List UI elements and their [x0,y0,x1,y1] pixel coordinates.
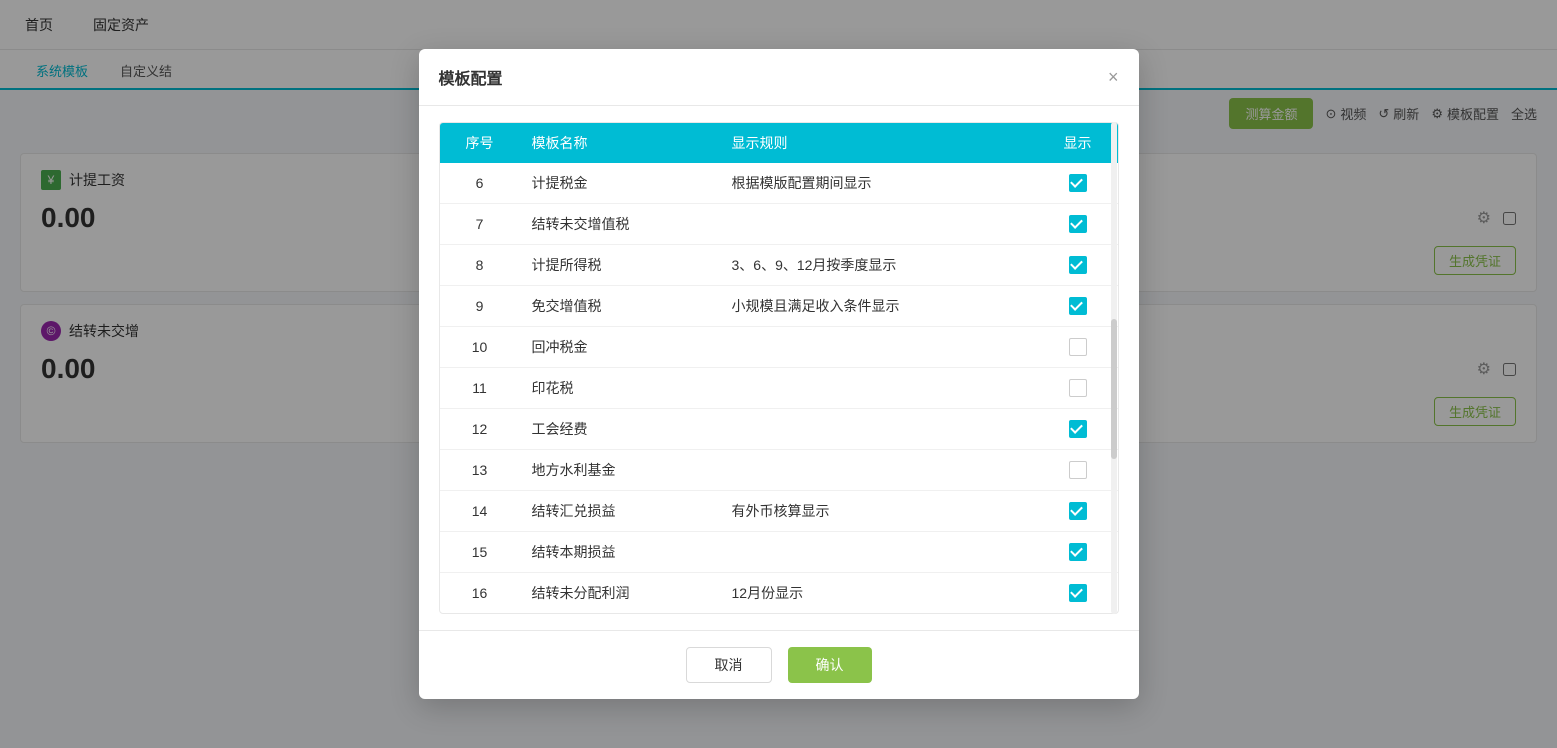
cell-name-6: 工会经费 [520,409,720,450]
cell-show-9[interactable] [1038,532,1118,573]
table-row: 11印花税 [440,368,1118,409]
cell-no-9: 15 [440,532,520,573]
cell-name-3: 免交增值税 [520,286,720,327]
table-row: 7结转未交增值税 [440,204,1118,245]
cancel-button[interactable]: 取消 [686,647,772,683]
table-row: 8计提所得税3、6、9、12月按季度显示 [440,245,1118,286]
cell-no-4: 10 [440,327,520,368]
table-row: 14结转汇兑损益有外币核算显示 [440,491,1118,532]
table-scroll-wrapper: 序号 模板名称 显示规则 显示 6计提税金根据模版配置期间显示7结转未交增值税8… [439,122,1119,614]
checkbox-10[interactable] [1069,584,1087,602]
scrollbar-track[interactable] [1111,122,1117,614]
table-row: 9免交增值税小规模且满足收入条件显示 [440,286,1118,327]
col-header-no: 序号 [440,123,520,163]
cell-rule-9 [720,532,1038,573]
cell-show-4[interactable] [1038,327,1118,368]
cell-name-7: 地方水利基金 [520,450,720,491]
cell-no-2: 8 [440,245,520,286]
cell-show-7[interactable] [1038,450,1118,491]
cell-name-5: 印花税 [520,368,720,409]
cell-name-4: 回冲税金 [520,327,720,368]
modal-dialog: 模板配置 × 序号 模板名称 显示规则 显示 [419,49,1139,699]
checkbox-4[interactable] [1069,338,1087,356]
table-row: 10回冲税金 [440,327,1118,368]
checkbox-5[interactable] [1069,379,1087,397]
cell-rule-2: 3、6、9、12月按季度显示 [720,245,1038,286]
modal-header: 模板配置 × [419,49,1139,106]
table-row: 12工会经费 [440,409,1118,450]
cell-no-0: 6 [440,163,520,204]
checkbox-7[interactable] [1069,461,1087,479]
cell-no-5: 11 [440,368,520,409]
checkbox-6[interactable] [1069,420,1087,438]
table-row: 16结转未分配利润12月份显示 [440,573,1118,614]
cell-show-2[interactable] [1038,245,1118,286]
cell-name-8: 结转汇兑损益 [520,491,720,532]
checkbox-3[interactable] [1069,297,1087,315]
cell-show-1[interactable] [1038,204,1118,245]
cell-rule-7 [720,450,1038,491]
cell-show-5[interactable] [1038,368,1118,409]
checkbox-0[interactable] [1069,174,1087,192]
modal-title: 模板配置 [439,65,503,89]
cell-show-6[interactable] [1038,409,1118,450]
config-table: 序号 模板名称 显示规则 显示 6计提税金根据模版配置期间显示7结转未交增值税8… [440,123,1118,613]
table-row: 13地方水利基金 [440,450,1118,491]
col-header-name: 模板名称 [520,123,720,163]
cell-no-6: 12 [440,409,520,450]
cell-rule-1 [720,204,1038,245]
cell-no-8: 14 [440,491,520,532]
cell-name-1: 结转未交增值税 [520,204,720,245]
cell-no-10: 16 [440,573,520,614]
modal-overlay: 模板配置 × 序号 模板名称 显示规则 显示 [0,0,1557,748]
cell-rule-5 [720,368,1038,409]
cell-show-0[interactable] [1038,163,1118,204]
cell-no-1: 7 [440,204,520,245]
cell-name-2: 计提所得税 [520,245,720,286]
cell-rule-8: 有外币核算显示 [720,491,1038,532]
modal-footer: 取消 确认 [419,630,1139,699]
cell-no-3: 9 [440,286,520,327]
table-header-row: 序号 模板名称 显示规则 显示 [440,123,1118,163]
cell-rule-6 [720,409,1038,450]
cell-rule-3: 小规模且满足收入条件显示 [720,286,1038,327]
table-row: 15结转本期损益 [440,532,1118,573]
cell-rule-0: 根据模版配置期间显示 [720,163,1038,204]
cell-name-0: 计提税金 [520,163,720,204]
close-button[interactable]: × [1108,68,1119,86]
cell-show-8[interactable] [1038,491,1118,532]
col-header-rule: 显示规则 [720,123,1038,163]
checkbox-9[interactable] [1069,543,1087,561]
modal-body: 序号 模板名称 显示规则 显示 6计提税金根据模版配置期间显示7结转未交增值税8… [419,106,1139,630]
col-header-show: 显示 [1038,123,1118,163]
table-row: 6计提税金根据模版配置期间显示 [440,163,1118,204]
cell-rule-4 [720,327,1038,368]
cell-show-10[interactable] [1038,573,1118,614]
checkbox-1[interactable] [1069,215,1087,233]
cell-name-9: 结转本期损益 [520,532,720,573]
checkbox-2[interactable] [1069,256,1087,274]
confirm-button[interactable]: 确认 [788,647,872,683]
checkbox-8[interactable] [1069,502,1087,520]
cell-no-7: 13 [440,450,520,491]
table-wrapper: 序号 模板名称 显示规则 显示 6计提税金根据模版配置期间显示7结转未交增值税8… [439,122,1119,614]
cell-name-10: 结转未分配利润 [520,573,720,614]
cell-rule-10: 12月份显示 [720,573,1038,614]
scrollbar-thumb[interactable] [1111,319,1117,459]
cell-show-3[interactable] [1038,286,1118,327]
